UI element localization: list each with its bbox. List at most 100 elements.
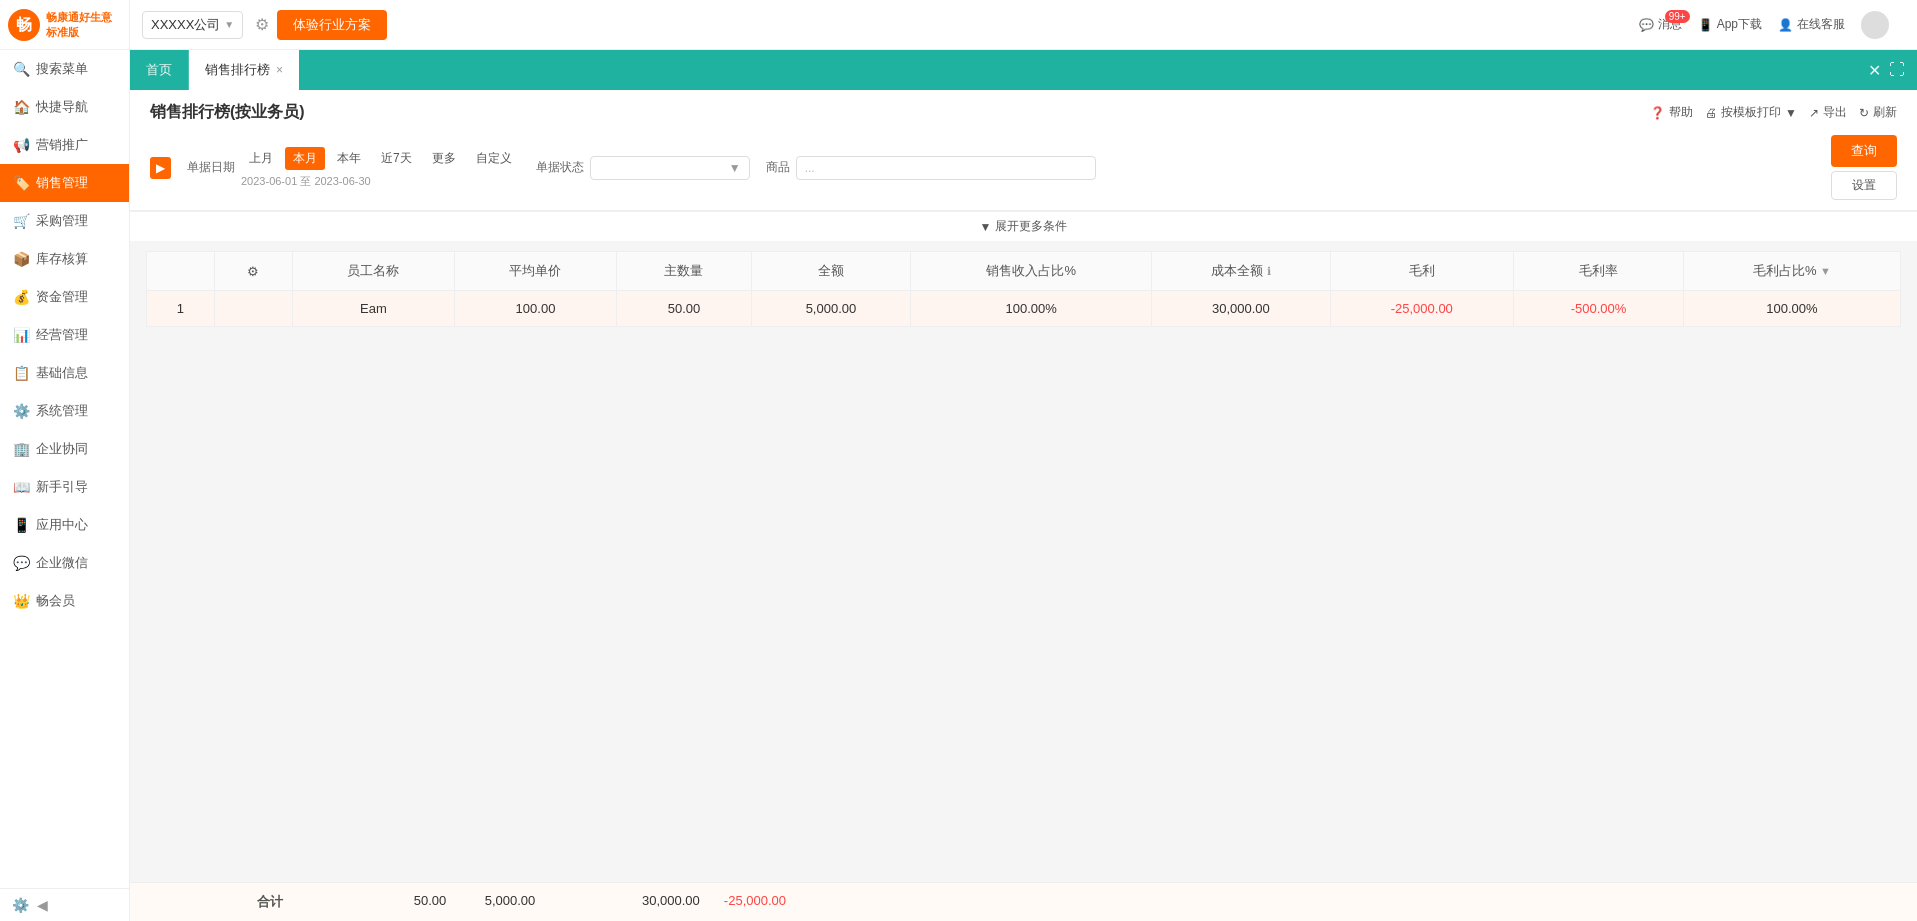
cell-main_qty: 50.00	[617, 291, 752, 327]
settings-bottom-icon[interactable]: ⚙️	[12, 897, 29, 913]
sidebar-item-enterprise[interactable]: 🏢企业协同	[0, 430, 129, 468]
nav-icon-sales: 🏷️	[12, 175, 30, 191]
header-settings-icon[interactable]: ⚙	[255, 15, 269, 34]
nav-label-basic: 基础信息	[36, 364, 88, 382]
export-icon: ↗	[1809, 106, 1819, 120]
sidebar-item-wechat[interactable]: 💬企业微信	[0, 544, 129, 582]
tab-bar: 首页 销售排行榜 × ✕ ⛶	[130, 50, 1917, 90]
sidebar-item-operations[interactable]: 📊经营管理	[0, 316, 129, 354]
logo-text: 畅康通好生意 标准版	[46, 10, 112, 39]
refresh-icon: ↻	[1859, 106, 1869, 120]
sidebar: 畅 畅康通好生意 标准版 🔍搜索菜单🏠快捷导航📢营销推广🏷️销售管理🛒采购管理📦…	[0, 0, 130, 921]
date-tabs: 上月本月本年近7天更多自定义	[241, 147, 520, 170]
tab-close-all-icon[interactable]: ✕	[1868, 61, 1881, 80]
app-download-button[interactable]: 📱 App下载	[1698, 16, 1762, 33]
expand-conditions-button[interactable]: ▼ 展开更多条件	[980, 218, 1068, 235]
cell-avg_price: 100.00	[454, 291, 616, 327]
nav-icon-system: ⚙️	[12, 403, 30, 419]
sidebar-item-member[interactable]: 👑畅会员	[0, 582, 129, 620]
nav-label-finance: 资金管理	[36, 288, 88, 306]
sidebar-item-apps[interactable]: 📱应用中心	[0, 506, 129, 544]
footer-gross: -25,000.00	[712, 893, 798, 911]
refresh-button[interactable]: ↻ 刷新	[1859, 104, 1897, 121]
table-row: 1Eam100.0050.005,000.00100.00%30,000.00-…	[147, 291, 1901, 327]
tab-label: 销售排行榜	[205, 61, 270, 79]
sidebar-item-finance[interactable]: 💰资金管理	[0, 278, 129, 316]
settings-button[interactable]: 设置	[1831, 171, 1897, 200]
sidebar-item-sales[interactable]: 🏷️ 销售管理	[0, 164, 129, 202]
filter-status: 单据状态 ▼	[536, 156, 750, 180]
filter-row: ▶ 单据日期 上月本月本年近7天更多自定义 2023-06-01 至 2023-…	[150, 135, 1897, 210]
date-tab-本月[interactable]: 本月	[285, 147, 325, 170]
footer-total-label: 合计	[230, 893, 310, 911]
trial-button[interactable]: 体验行业方案	[277, 10, 387, 40]
nav-icon-basic: 📋	[12, 365, 30, 381]
table-footer: 合计 50.00 5,000.00 30,000.00 -25,000.00	[130, 882, 1917, 921]
th-main_qty: 主数量	[617, 252, 752, 291]
message-badge: 99+	[1665, 10, 1690, 23]
goods-input[interactable]: ...	[796, 156, 1096, 180]
status-dropdown[interactable]: ▼	[590, 156, 750, 180]
filter-date: 单据日期 上月本月本年近7天更多自定义 2023-06-01 至 2023-06…	[187, 147, 520, 189]
date-tab-近7天[interactable]: 近7天	[373, 147, 420, 170]
cell-gross: -25,000.00	[1330, 291, 1514, 327]
nav-icon-wechat: 💬	[12, 555, 30, 571]
cell-sales_pct: 100.00%	[911, 291, 1152, 327]
cell-name: Eam	[292, 291, 454, 327]
tab-maximize-icon[interactable]: ⛶	[1889, 61, 1905, 79]
tab-bar-right: ✕ ⛶	[1868, 61, 1917, 80]
header-right: 💬 消息 99+ 📱 App下载 👤 在线客服	[1639, 11, 1905, 39]
sidebar-item-guide[interactable]: 📖新手引导	[0, 468, 129, 506]
sidebar-item-search[interactable]: 🔍搜索菜单	[0, 50, 129, 88]
expand-conditions-bar: ▼ 展开更多条件	[130, 211, 1917, 241]
top-header: XXXXX公司 ▼ ⚙ 体验行业方案 💬 消息 99+ 📱 App下载 👤 在线…	[130, 0, 1917, 50]
footer-label	[150, 893, 230, 911]
expand-icon: ▼	[980, 220, 992, 234]
gross-pct-info-icon: ▼	[1820, 265, 1831, 277]
company-selector[interactable]: XXXXX公司 ▼	[142, 11, 243, 39]
table-header-row: ⚙员工名称平均单价主数量全额销售收入占比%成本全额 ℹ毛利毛利率毛利占比% ▼	[147, 252, 1901, 291]
nav-label-marketing: 营销推广	[36, 136, 88, 154]
sidebar-item-system[interactable]: ⚙️系统管理	[0, 392, 129, 430]
page-title-row: 销售排行榜(按业务员) ❓ 帮助 🖨 按模板打印 ▼ ↗ 导出	[150, 102, 1897, 123]
cell-gross_rate: -500.00%	[1514, 291, 1684, 327]
date-tab-自定义[interactable]: 自定义	[468, 147, 520, 170]
filter-expand-button[interactable]: ▶	[150, 157, 171, 179]
cost-info-icon: ℹ	[1267, 265, 1271, 277]
message-button[interactable]: 💬 消息 99+	[1639, 16, 1682, 33]
th-settings[interactable]: ⚙	[214, 252, 292, 291]
sidebar-item-basic[interactable]: 📋 基础信息	[0, 354, 129, 392]
sidebar-bottom: ⚙️ ◀	[0, 888, 129, 921]
nav-label-apps: 应用中心	[36, 516, 88, 534]
nav-icon-shortcuts: 🏠	[12, 99, 30, 115]
tab-sales-ranking[interactable]: 销售排行榜 ×	[189, 50, 299, 90]
export-button[interactable]: ↗ 导出	[1809, 104, 1847, 121]
tab-home[interactable]: 首页	[130, 50, 189, 90]
collapse-icon[interactable]: ◀	[37, 897, 48, 913]
sidebar-item-marketing[interactable]: 📢营销推广	[0, 126, 129, 164]
date-tab-更多[interactable]: 更多	[424, 147, 464, 170]
th-gross: 毛利	[1330, 252, 1514, 291]
date-range-text: 2023-06-01 至 2023-06-30	[241, 174, 520, 189]
query-button[interactable]: 查询	[1831, 135, 1897, 167]
filter-collapse-icon[interactable]: ▶	[150, 157, 171, 179]
table-header: ⚙员工名称平均单价主数量全额销售收入占比%成本全额 ℹ毛利毛利率毛利占比% ▼	[147, 252, 1901, 291]
help-button[interactable]: ❓ 帮助	[1650, 104, 1693, 121]
avatar[interactable]	[1861, 11, 1889, 39]
tab-close-icon[interactable]: ×	[276, 63, 283, 77]
nav-label-sales: 销售管理	[36, 174, 88, 192]
date-tab-上月[interactable]: 上月	[241, 147, 281, 170]
sidebar-item-shortcuts[interactable]: 🏠快捷导航	[0, 88, 129, 126]
template-print-button[interactable]: 🖨 按模板打印 ▼	[1705, 104, 1797, 121]
sidebar-item-inventory[interactable]: 📦库存核算	[0, 240, 129, 278]
page-actions: ❓ 帮助 🖨 按模板打印 ▼ ↗ 导出 ↻ 刷新	[1650, 104, 1897, 121]
sidebar-item-purchase[interactable]: 🛒采购管理	[0, 202, 129, 240]
date-filter-label: 单据日期	[187, 159, 235, 176]
date-tab-本年[interactable]: 本年	[329, 147, 369, 170]
nav-label-enterprise: 企业协同	[36, 440, 88, 458]
online-service-button[interactable]: 👤 在线客服	[1778, 16, 1845, 33]
footer-main-qty: 50.00	[390, 893, 470, 911]
date-filter-container: 上月本月本年近7天更多自定义 2023-06-01 至 2023-06-30	[241, 147, 520, 189]
footer-sales-pct	[550, 893, 630, 911]
nav-label-search: 搜索菜单	[36, 60, 88, 78]
